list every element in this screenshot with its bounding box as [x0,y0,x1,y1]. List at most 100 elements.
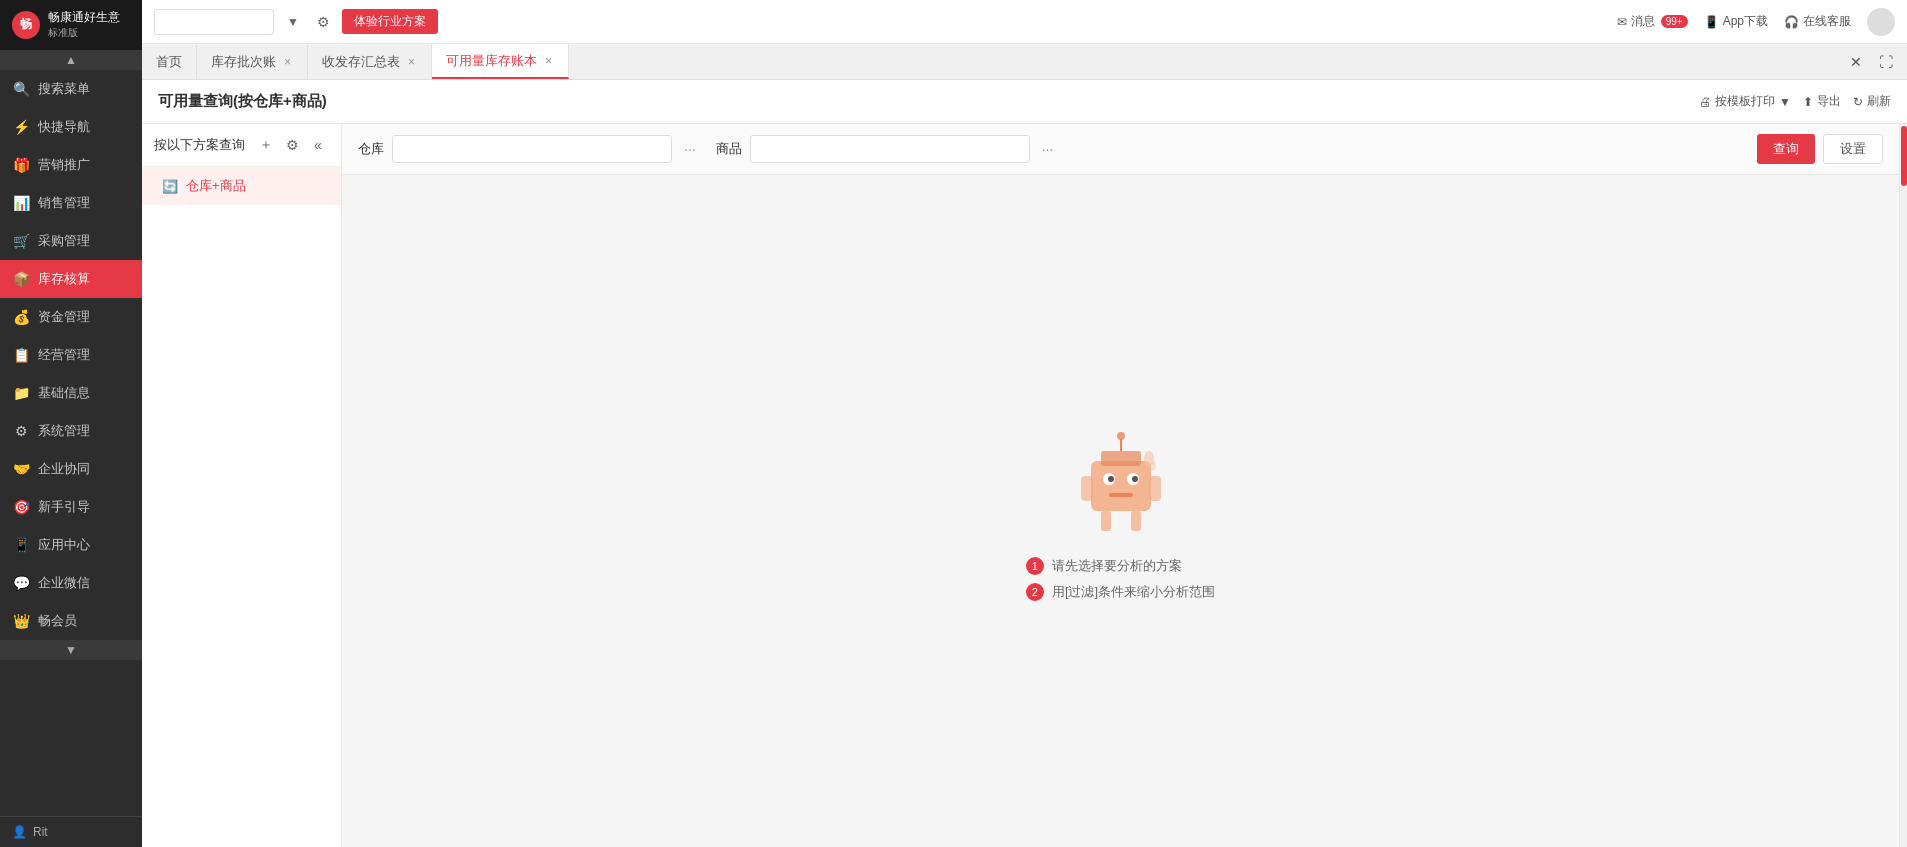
sidebar-item-label: 资金管理 [38,308,90,326]
empty-tips: 1 请先选择要分析的方案 2 用[过滤]条件来缩小分析范围 [1026,557,1215,601]
empty-tip-2: 2 用[过滤]条件来缩小分析范围 [1026,583,1215,601]
empty-state: 1 请先选择要分析的方案 2 用[过滤]条件来缩小分析范围 [342,175,1899,847]
online-service-label: 在线客服 [1803,13,1851,30]
left-panel-header: 按以下方案查询 ＋ ⚙ « [142,124,341,167]
topbar-search-input[interactable] [154,9,274,35]
refresh-label: 刷新 [1867,93,1891,110]
sidebar-item-finance[interactable]: 💰 资金管理 [0,298,142,336]
topbar-gear-btn[interactable]: ⚙ [312,11,334,33]
tab-batch-account[interactable]: 库存批次账 × [197,44,308,79]
chevron-down-icon: ▼ [1779,95,1791,109]
tip-text-2: 用[过滤]条件来缩小分析范围 [1052,583,1215,601]
app-download-item[interactable]: 📱 App下载 [1704,13,1768,30]
online-service-item[interactable]: 🎧 在线客服 [1784,13,1851,30]
user-avatar-small: 👤 [12,825,27,839]
system-icon: ⚙ [12,422,30,440]
page-header: 可用量查询(按仓库+商品) 🖨 按模板打印 ▼ ⬆ 导出 ↻ 刷新 [142,80,1907,124]
message-item[interactable]: ✉ 消息 99+ [1617,13,1688,30]
user-avatar[interactable] [1867,8,1895,36]
sidebar-item-collaboration[interactable]: 🤝 企业协同 [0,450,142,488]
sidebar-item-operations[interactable]: 📋 经营管理 [0,336,142,374]
product-input[interactable] [750,135,1030,163]
sidebar-item-label: 系统管理 [38,422,90,440]
sidebar-item-basic-info[interactable]: 📁 基础信息 [0,374,142,412]
warehouse-label: 仓库 [358,140,384,158]
empty-tip-1: 1 请先选择要分析的方案 [1026,557,1215,575]
tip-number-1: 1 [1026,557,1044,575]
nav-icon: ⚡ [12,118,30,136]
topbar-dropdown-btn[interactable]: ▼ [282,11,304,33]
sidebar-item-guide[interactable]: 🎯 新手引导 [0,488,142,526]
sidebar-item-label: 快捷导航 [38,118,90,136]
sidebar-item-system[interactable]: ⚙ 系统管理 [0,412,142,450]
tab-available-qty[interactable]: 可用量库存账本 × [432,44,569,79]
export-label: 导出 [1817,93,1841,110]
tab-label: 可用量库存账本 [446,52,537,70]
wechat-icon: 💬 [12,574,30,592]
sidebar-item-label: 搜索菜单 [38,80,90,98]
scrollbar-thumb[interactable] [1901,126,1907,186]
sidebar-item-label: 应用中心 [38,536,90,554]
tab-close-btn[interactable]: × [406,55,417,69]
filter-actions: 查询 设置 [1757,134,1883,164]
sidebar-item-label: 库存核算 [38,270,90,288]
tab-summary[interactable]: 收发存汇总表 × [308,44,432,79]
scheme-item-warehouse-product[interactable]: 🔄 仓库+商品 [142,167,341,205]
sidebar-item-label: 基础信息 [38,384,90,402]
sidebar-item-purchase[interactable]: 🛒 采购管理 [0,222,142,260]
page-title: 可用量查询(按仓库+商品) [158,92,327,111]
sidebar: 畅 畅康通好生意 标准版 ▲ 🔍 搜索菜单 ⚡ 快捷导航 🎁 营销推广 📊 销售… [0,0,142,847]
tab-label: 库存批次账 [211,53,276,71]
operations-icon: 📋 [12,346,30,364]
collapse-panel-btn[interactable]: « [307,134,329,156]
sidebar-item-member[interactable]: 👑 畅会员 [0,602,142,640]
warehouse-input[interactable] [392,135,672,163]
topbar: ▼ ⚙ 体验行业方案 ✉ 消息 99+ 📱 App下载 🎧 在线客服 [142,0,1907,44]
message-icon: ✉ [1617,15,1627,29]
sidebar-item-label: 经营管理 [38,346,90,364]
topbar-right: ✉ 消息 99+ 📱 App下载 🎧 在线客服 [1617,8,1895,36]
print-button[interactable]: 🖨 按模板打印 ▼ [1699,93,1791,110]
sidebar-item-wechat[interactable]: 💬 企业微信 [0,564,142,602]
sidebar-item-sales[interactable]: 📊 销售管理 [0,184,142,222]
sidebar-item-label: 企业协同 [38,460,90,478]
basic-info-icon: 📁 [12,384,30,402]
warehouse-more-btn[interactable]: ··· [680,141,700,157]
svg-point-12 [1117,432,1125,440]
tab-maximize-btn[interactable]: ⛶ [1873,49,1899,75]
guide-icon: 🎯 [12,498,30,516]
scheme-icon: 🔄 [162,179,178,194]
product-more-btn[interactable]: ··· [1038,141,1058,157]
app-logo: 畅 畅康通好生意 标准版 [0,0,142,50]
sidebar-scroll-up[interactable]: ▲ [0,50,142,70]
tab-close-window-btn[interactable]: ✕ [1843,49,1869,75]
svg-rect-2 [1081,476,1093,501]
sidebar-item-inventory[interactable]: 📦 库存核算 [0,260,142,298]
empty-illustration [1061,421,1181,541]
filter-bar: 仓库 ··· 商品 ··· 查询 设置 [342,124,1899,175]
export-button[interactable]: ⬆ 导出 [1803,93,1841,110]
setting-button[interactable]: 设置 [1823,134,1883,164]
inventory-icon: 📦 [12,270,30,288]
finance-icon: 💰 [12,308,30,326]
left-panel: 按以下方案查询 ＋ ⚙ « 🔄 仓库+商品 [142,124,342,847]
refresh-button[interactable]: ↻ 刷新 [1853,93,1891,110]
left-panel-actions: ＋ ⚙ « [255,134,329,156]
tab-home[interactable]: 首页 [142,44,197,79]
tab-label: 首页 [156,53,182,71]
sidebar-item-nav[interactable]: ⚡ 快捷导航 [0,108,142,146]
add-scheme-btn[interactable]: ＋ [255,134,277,156]
sidebar-user-info[interactable]: 👤 Rit [0,816,142,847]
tab-close-btn[interactable]: × [282,55,293,69]
svg-rect-1 [1101,451,1141,466]
sidebar-scroll-down[interactable]: ▼ [0,640,142,660]
sidebar-item-search[interactable]: 🔍 搜索菜单 [0,70,142,108]
sidebar-item-app-center[interactable]: 📱 应用中心 [0,526,142,564]
scheme-settings-btn[interactable]: ⚙ [281,134,303,156]
query-button[interactable]: 查询 [1757,134,1815,164]
sidebar-item-marketing[interactable]: 🎁 营销推广 [0,146,142,184]
message-badge: 99+ [1661,15,1688,28]
solution-button[interactable]: 体验行业方案 [342,9,438,34]
tab-close-btn[interactable]: × [543,54,554,68]
app-badge: 标准版 [48,26,120,40]
